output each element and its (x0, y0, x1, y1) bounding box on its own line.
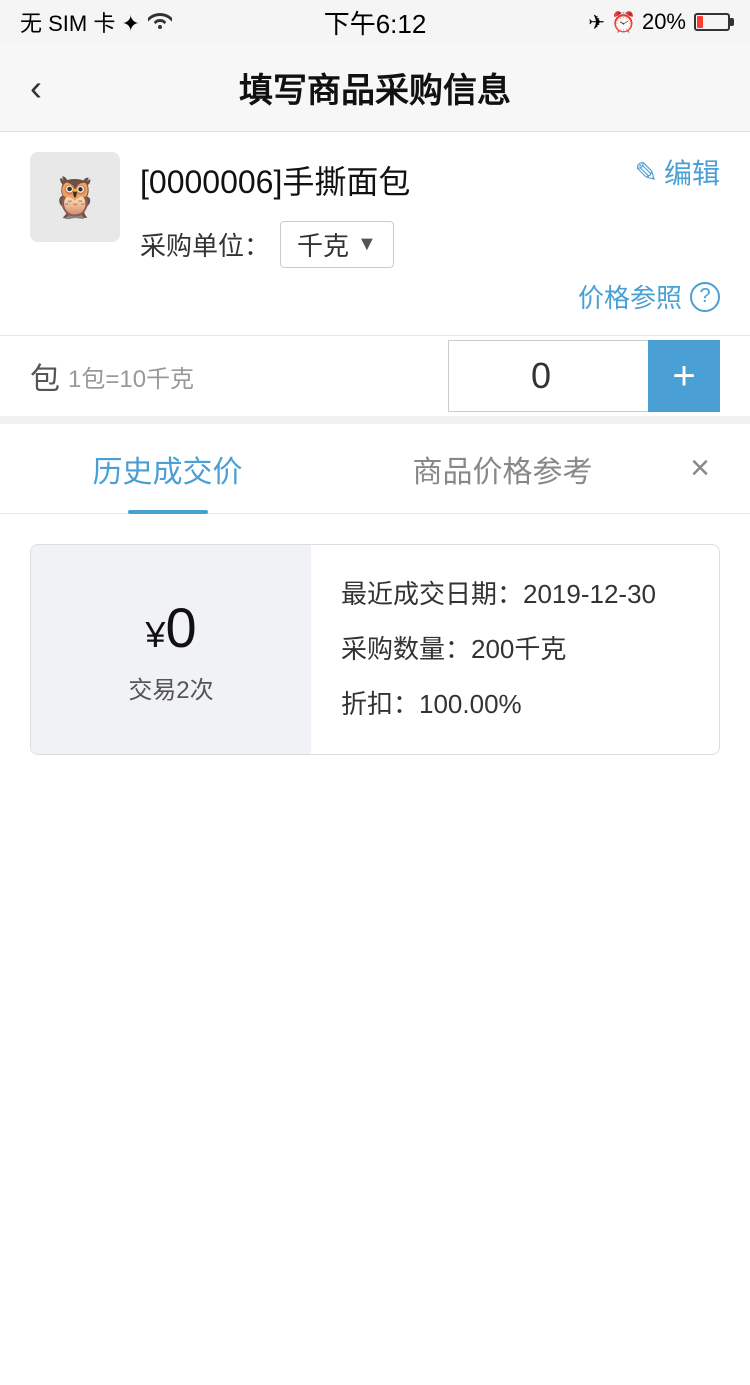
edit-icon: ✎ (635, 156, 658, 189)
quantity-input-area: + (448, 340, 720, 412)
price-trades: 交易2次 (128, 670, 213, 705)
product-logo: 🦉 (50, 174, 100, 221)
battery-icon (694, 13, 730, 31)
quantity-section: 包 1包=10千克 + (0, 336, 750, 424)
product-section: 🦉 [0000006]手撕面包 采购单位： 千克 ▼ ✎ 编辑 价格参照 ? (0, 132, 750, 336)
edit-label: 编辑 (664, 152, 720, 192)
date-label: 最近成交日期： (341, 579, 523, 609)
battery-percent: 20% (642, 9, 686, 35)
qty-value: 200千克 (471, 634, 566, 664)
product-name: [0000006]手撕面包 (140, 157, 410, 203)
battery-fill (697, 16, 703, 28)
price-currency: ¥ (145, 614, 165, 655)
price-ref-row: 价格参照 ? (30, 278, 720, 315)
price-ref-label[interactable]: 价格参照 (578, 278, 682, 315)
unit-dropdown[interactable]: 千克 ▼ (280, 221, 394, 268)
unit-value: 千克 (297, 226, 349, 263)
quantity-plus-button[interactable]: + (648, 340, 720, 412)
quantity-input[interactable] (448, 340, 648, 412)
wifi-icon (148, 9, 172, 35)
tab-history-price[interactable]: 历史成交价 (0, 424, 335, 514)
panel-tabs: 历史成交价 商品价格参考 × (0, 424, 750, 514)
edit-button[interactable]: ✎ 编辑 (635, 152, 720, 192)
price-amount: ¥0 (145, 595, 196, 660)
tab-close-button[interactable]: × (670, 449, 750, 488)
tab-price-ref-label: 商品价格参考 (413, 447, 593, 491)
date-value: 2019-12-30 (523, 579, 656, 609)
product-info: [0000006]手撕面包 采购单位： 千克 ▼ (140, 152, 410, 268)
status-left: 无 SIM 卡 ✦ (20, 6, 172, 38)
price-detail-discount: 折扣：100.00% (341, 685, 689, 724)
qty-label: 采购数量： (341, 634, 471, 664)
price-card-right: 最近成交日期：2019-12-30 采购数量：200千克 折扣：100.00% (311, 545, 719, 754)
price-value: 0 (165, 596, 196, 659)
quantity-unit-big: 包 (30, 354, 60, 398)
panel-section: 历史成交价 商品价格参考 × ¥0 交易2次 最近成交日期：2019-12-30… (0, 424, 750, 1385)
discount-value: 100.00% (419, 689, 522, 719)
product-unit-row: 采购单位： 千克 ▼ (140, 221, 410, 268)
tab-underline (128, 510, 208, 514)
discount-label: 折扣： (341, 689, 419, 719)
unit-label: 采购单位： (140, 226, 270, 263)
back-button[interactable]: ‹ (0, 67, 72, 109)
remaining-background (0, 785, 750, 1385)
dropdown-arrow-icon: ▼ (357, 233, 377, 256)
page-title: 填写商品采购信息 (239, 63, 511, 112)
quantity-conversion: 1包=10千克 (68, 359, 194, 394)
alarm-icon: ⏰ (611, 10, 636, 35)
location-icon: ✈ (588, 10, 605, 35)
product-header: 🦉 [0000006]手撕面包 采购单位： 千克 ▼ ✎ 编辑 (30, 152, 720, 268)
price-card-left: ¥0 交易2次 (31, 545, 311, 754)
quantity-unit-info: 包 1包=10千克 (30, 354, 194, 398)
status-time: 下午6:12 (324, 4, 427, 41)
price-ref-help-icon[interactable]: ? (690, 282, 720, 312)
sim-signal: 无 SIM 卡 ✦ (20, 6, 140, 38)
product-thumbnail: 🦉 (30, 152, 120, 242)
quantity-row: 包 1包=10千克 + (0, 336, 750, 416)
nav-bar: ‹ 填写商品采购信息 (0, 44, 750, 132)
tab-history-label: 历史成交价 (93, 447, 243, 491)
product-left: 🦉 [0000006]手撕面包 采购单位： 千克 ▼ (30, 152, 410, 268)
price-card: ¥0 交易2次 最近成交日期：2019-12-30 采购数量：200千克 折扣：… (30, 544, 720, 755)
price-detail-date: 最近成交日期：2019-12-30 (341, 575, 689, 614)
tab-price-ref[interactable]: 商品价格参考 (335, 424, 670, 514)
status-bar: 无 SIM 卡 ✦ 下午6:12 ✈ ⏰ 20% (0, 0, 750, 44)
status-right: ✈ ⏰ 20% (588, 9, 730, 35)
price-detail-qty: 采购数量：200千克 (341, 630, 689, 669)
